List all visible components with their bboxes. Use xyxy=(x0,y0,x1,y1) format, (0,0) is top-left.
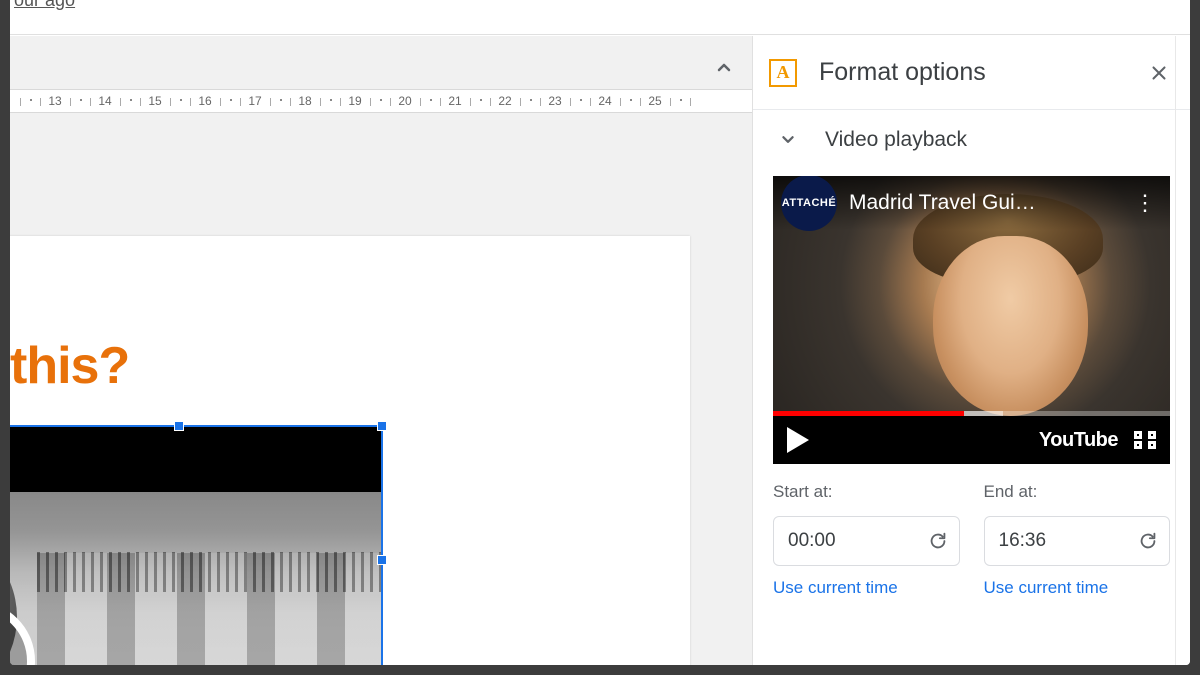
section-video-playback[interactable]: Video playback xyxy=(753,110,1190,168)
end-time-input[interactable]: 16:36 xyxy=(984,516,1171,566)
end-at-label: End at: xyxy=(984,482,1171,502)
youtube-logo[interactable]: YouTube xyxy=(1039,429,1118,452)
panel-title: Format options xyxy=(819,58,1148,87)
resize-handle[interactable] xyxy=(174,421,184,431)
section-title: Video playback xyxy=(825,128,967,152)
refresh-icon xyxy=(927,530,949,552)
play-button[interactable] xyxy=(787,427,809,453)
format-options-icon: A xyxy=(769,59,797,87)
horizontal-ruler: 2 13 14 15 16 17 18 19 20 21 22 23 24 25 xyxy=(10,89,752,113)
close-panel-button[interactable] xyxy=(1148,62,1170,84)
format-options-panel: A Format options Video playback ATTACHÉ … xyxy=(752,36,1190,665)
video-placeholder xyxy=(10,427,381,665)
chevron-down-icon xyxy=(777,129,799,151)
toolbar-divider xyxy=(10,20,1190,35)
video-preview[interactable]: ATTACHÉ Madrid Travel Gui… ⋮ YouTube xyxy=(773,176,1170,464)
selected-video-object[interactable] xyxy=(10,425,383,665)
fullscreen-button[interactable] xyxy=(1134,431,1156,449)
video-title[interactable]: Madrid Travel Gui… xyxy=(837,191,1128,215)
resize-handle[interactable] xyxy=(377,421,387,431)
chevron-up-icon xyxy=(712,56,736,80)
slide-canvas[interactable]: 2 13 14 15 16 17 18 19 20 21 22 23 24 25… xyxy=(10,36,752,665)
refresh-start-button[interactable] xyxy=(927,530,949,552)
more-options-button[interactable]: ⋮ xyxy=(1128,186,1162,220)
slide[interactable]: this? xyxy=(10,236,690,665)
start-time-input[interactable]: 00:00 xyxy=(773,516,960,566)
refresh-icon xyxy=(1137,530,1159,552)
channel-avatar[interactable]: ATTACHÉ xyxy=(781,176,837,231)
timestamp-fragment: our ago xyxy=(10,0,1190,20)
slide-title-text[interactable]: this? xyxy=(10,336,129,396)
refresh-end-button[interactable] xyxy=(1137,530,1159,552)
use-current-time-end[interactable]: Use current time xyxy=(984,578,1171,598)
start-at-label: Start at: xyxy=(773,482,960,502)
collapse-toolbar-button[interactable] xyxy=(706,50,742,86)
end-time-value: 16:36 xyxy=(999,530,1138,552)
use-current-time-start[interactable]: Use current time xyxy=(773,578,960,598)
resize-handle[interactable] xyxy=(377,555,387,565)
start-time-value: 00:00 xyxy=(788,530,927,552)
close-icon xyxy=(1148,62,1170,84)
